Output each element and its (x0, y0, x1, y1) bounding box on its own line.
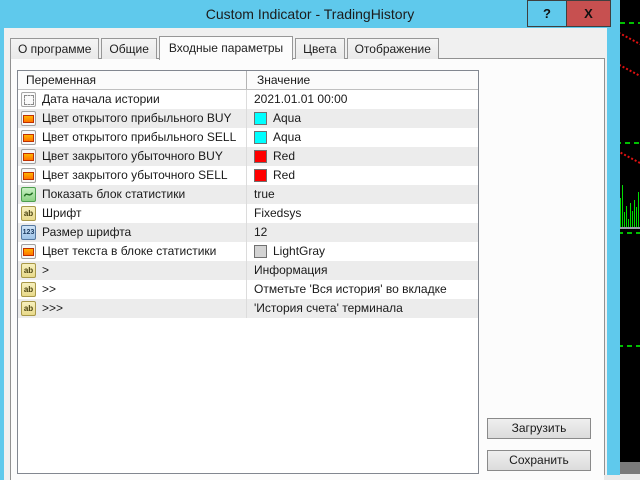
color-swatch (254, 169, 267, 182)
param-value: Red (273, 168, 296, 182)
table-row[interactable]: ab >>> 'История счета' терминала (18, 299, 478, 318)
dialog-window: Custom Indicator - TradingHistory ? X О … (0, 0, 620, 480)
color-icon (21, 111, 36, 126)
param-value: Aqua (273, 130, 302, 144)
bool-icon (21, 187, 36, 202)
table-row[interactable]: Цвет закрытого убыточного BUY Red (18, 147, 478, 166)
string-icon: ab (21, 301, 36, 316)
window-bottom-edge (604, 475, 620, 480)
color-swatch (254, 245, 267, 258)
param-name: Цвет текста в блоке статистики (42, 244, 217, 258)
tab-common[interactable]: Общие (101, 38, 157, 59)
color-icon (21, 130, 36, 145)
save-button[interactable]: Сохранить (487, 450, 591, 471)
color-icon (21, 168, 36, 183)
parameters-table: Переменная Значение Дата начала истории … (17, 70, 479, 474)
param-name: Цвет закрытого убыточного SELL (42, 168, 228, 182)
string-icon: ab (21, 263, 36, 278)
chart-green-dash (618, 345, 640, 347)
table-row[interactable]: ab >> Отметьте 'Вся история' во вкладке (18, 280, 478, 299)
table-row[interactable]: Цвет открытого прибыльного BUY Aqua (18, 109, 478, 128)
string-icon: ab (21, 282, 36, 297)
param-value: 12 (254, 225, 268, 239)
param-name: Шрифт (42, 206, 82, 220)
param-name: Цвет открытого прибыльного BUY (42, 111, 232, 125)
color-swatch (254, 112, 267, 125)
close-button[interactable]: X (566, 0, 611, 27)
chart-green-dash (620, 22, 640, 24)
param-name: > (42, 263, 50, 277)
param-name: Цвет открытого прибыльного SELL (42, 130, 237, 144)
chart-volume-bars (620, 182, 640, 228)
param-value: LightGray (273, 244, 326, 258)
table-row[interactable]: ab > Информация (18, 261, 478, 280)
param-value: Aqua (273, 111, 302, 125)
param-value: 2021.01.01 00:00 (254, 92, 348, 106)
column-header-variable: Переменная (18, 71, 247, 89)
tab-bar: О программе Общие Входные параметры Цвет… (10, 35, 441, 60)
dialog-body: О программе Общие Входные параметры Цвет… (4, 28, 607, 480)
table-header: Переменная Значение (18, 71, 478, 90)
param-name: Дата начала истории (42, 92, 160, 106)
table-body: Дата начала истории 2021.01.01 00:00 Цве… (18, 90, 478, 318)
color-icon (21, 149, 36, 164)
table-row[interactable]: Показать блок статистики true (18, 185, 478, 204)
param-name: Показать блок статистики (42, 187, 186, 201)
param-value: Red (273, 149, 296, 163)
number-icon: 123 (21, 225, 36, 240)
table-row[interactable]: Дата начала истории 2021.01.01 00:00 (18, 90, 478, 109)
color-swatch (254, 131, 267, 144)
table-row[interactable]: 123 Размер шрифта 12 (18, 223, 478, 242)
load-button[interactable]: Загрузить (487, 418, 591, 439)
param-name: >>> (42, 301, 64, 315)
tab-display[interactable]: Отображение (346, 38, 439, 59)
string-icon: ab (21, 206, 36, 221)
param-value: Отметьте 'Вся история' во вкладке (254, 282, 447, 296)
param-value: true (254, 187, 275, 201)
table-row[interactable]: ab Шрифт Fixedsys (18, 204, 478, 223)
tab-about[interactable]: О программе (10, 38, 100, 59)
table-row[interactable]: Цвет открытого прибыльного SELL Aqua (18, 128, 478, 147)
param-value: Информация (254, 263, 328, 277)
param-value: 'История счета' терминала (254, 301, 403, 315)
tab-page-inputs: Переменная Значение Дата начала истории … (10, 58, 605, 480)
param-value: Fixedsys (254, 206, 302, 220)
color-swatch (254, 150, 267, 163)
column-header-value: Значение (257, 73, 311, 87)
table-row[interactable]: Цвет текста в блоке статистики LightGray (18, 242, 478, 261)
tab-colors[interactable]: Цвета (295, 38, 345, 59)
param-name: >> (42, 282, 57, 296)
param-name: Размер шрифта (42, 225, 132, 239)
param-name: Цвет закрытого убыточного BUY (42, 149, 223, 163)
window-title: Custom Indicator - TradingHistory (205, 6, 415, 22)
datetime-icon (21, 92, 36, 107)
help-button[interactable]: ? (527, 0, 567, 27)
chart-green-dash (618, 232, 640, 234)
table-row[interactable]: Цвет закрытого убыточного SELL Red (18, 166, 478, 185)
color-icon (21, 244, 36, 259)
tab-inputs[interactable]: Входные параметры (158, 36, 294, 60)
